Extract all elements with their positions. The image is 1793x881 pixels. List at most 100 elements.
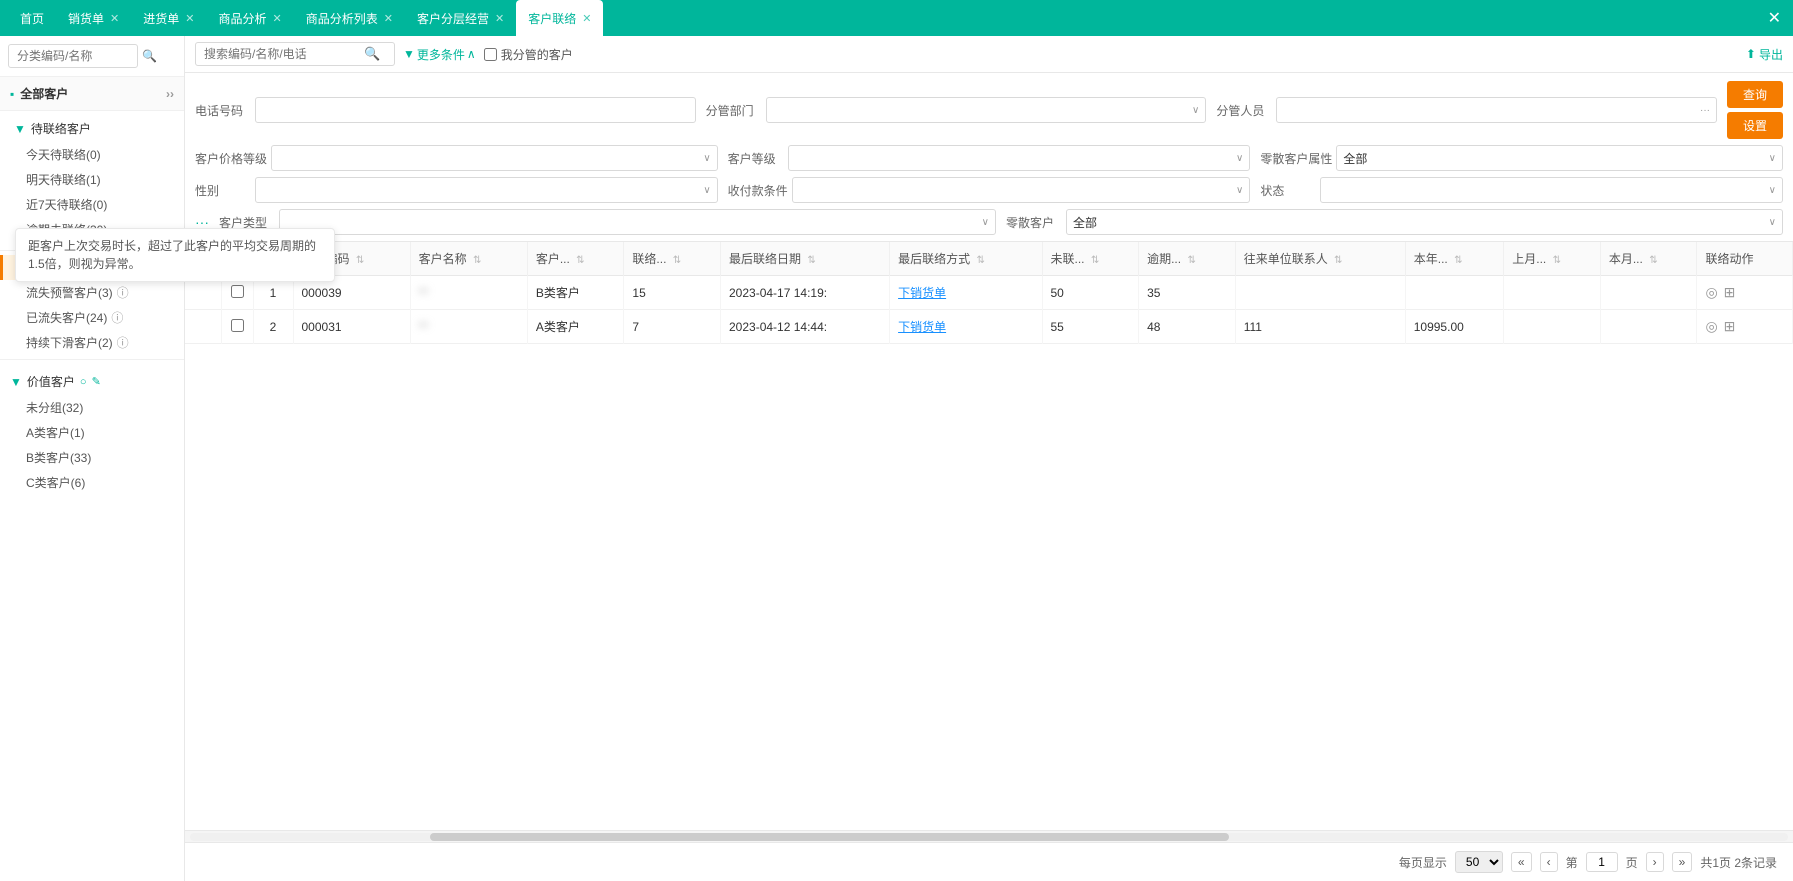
department-select[interactable]: ∨ xyxy=(766,97,1207,123)
zero-attr-select[interactable]: 全部∨ xyxy=(1336,145,1783,171)
sidebar-search-input[interactable] xyxy=(8,44,138,68)
close-purchase-order-icon[interactable]: ✕ xyxy=(185,12,194,25)
payment-label: 收付款条件 xyxy=(728,182,788,199)
td-unlabeled-0: 50 xyxy=(1042,276,1139,310)
th-unlabeled[interactable]: 未联... ⇅ xyxy=(1042,242,1139,276)
nav-product-analysis-list[interactable]: 商品分析列表 ✕ xyxy=(294,0,405,36)
export-btn[interactable]: ⬆ 导出 xyxy=(1746,46,1783,63)
all-customers-header[interactable]: ▪ 全部客户 ›› xyxy=(0,77,184,111)
more-conditions-btn[interactable]: ▼ 更多条件 ∧ xyxy=(403,46,476,63)
content-area: 🔍 ▼ 更多条件 ∧ 我分管的客户 ⬆ 导出 电话号码 xyxy=(185,36,1793,881)
th-this-month[interactable]: 本月... ⇅ xyxy=(1600,242,1697,276)
more-icon-1[interactable]: ⊞ xyxy=(1724,318,1736,335)
nav-customer-tier[interactable]: 客户分层经营 ✕ xyxy=(405,0,516,36)
next-page-btn[interactable]: › xyxy=(1646,852,1664,872)
sidebar-item-ungrouped[interactable]: 未分组(32) xyxy=(0,395,184,420)
sidebar-item-churn-warning[interactable]: 流失预警客户(3) ⓘ xyxy=(0,280,184,305)
cl-chevron-icon: ∨ xyxy=(1236,153,1243,164)
sidebar-item-class-a[interactable]: A类客户(1) xyxy=(0,420,184,445)
pending-contact-group: ▼ 待联络客户 今天待联络(0) 明天待联络(1) 近7天待联络(0) 逾期未联… xyxy=(0,111,184,246)
contact-icon-1[interactable]: ◎ xyxy=(1705,318,1717,335)
settings-button[interactable]: 设置 xyxy=(1727,112,1783,139)
close-product-analysis-icon[interactable]: ✕ xyxy=(273,12,282,25)
gender-select[interactable]: ∨ xyxy=(255,177,718,203)
status-select[interactable]: ∨ xyxy=(1320,177,1783,203)
edit-value-group-icon[interactable]: ○ xyxy=(80,376,87,388)
zero-attr-label: 零散客户属性 xyxy=(1260,150,1332,167)
value-customers-group-header[interactable]: ▼ 价值客户 ○ ✎ xyxy=(0,368,184,395)
first-page-btn[interactable]: « xyxy=(1511,852,1532,872)
customer-level-select[interactable]: ∨ xyxy=(788,145,1251,171)
sidebar-item-class-b[interactable]: B类客户(33) xyxy=(0,445,184,470)
payment-select[interactable]: ∨ xyxy=(792,177,1251,203)
sidebar-item-today[interactable]: 今天待联络(0) xyxy=(0,142,184,167)
page-input[interactable] xyxy=(1586,852,1618,872)
nav-home[interactable]: 首页 xyxy=(8,0,56,36)
th-last-month[interactable]: 上月... ⇅ xyxy=(1504,242,1601,276)
info-icon-3[interactable]: ⓘ xyxy=(117,334,129,351)
td-this-year-0 xyxy=(1405,276,1504,310)
action-buttons: 查询 设置 xyxy=(1727,81,1783,139)
sidebar-item-class-c[interactable]: C类客户(6) xyxy=(0,470,184,495)
nav-product-analysis[interactable]: 商品分析 ✕ xyxy=(206,0,293,36)
prev-page-btn[interactable]: ‹ xyxy=(1540,852,1558,872)
sidebar-item-tomorrow[interactable]: 明天待联络(1) xyxy=(0,167,184,192)
row-checkbox-0[interactable] xyxy=(231,285,244,298)
close-product-analysis-list-icon[interactable]: ✕ xyxy=(384,12,393,25)
td-last-date-0: 2023-04-17 14:19: xyxy=(721,276,890,310)
close-customer-contact-icon[interactable]: ✕ xyxy=(582,12,591,25)
info-icon-2[interactable]: ⓘ xyxy=(111,309,123,326)
more-icon-0[interactable]: ⊞ xyxy=(1724,284,1736,301)
sidebar-item-7days[interactable]: 近7天待联络(0) xyxy=(0,192,184,217)
td-last-method-1[interactable]: 下销货单 xyxy=(890,310,1042,344)
filter-search-input[interactable] xyxy=(204,47,364,61)
row-checkbox-1[interactable] xyxy=(231,319,244,332)
th-unit-contacts[interactable]: 往来单位联系人 ⇅ xyxy=(1235,242,1405,276)
sidebar-search-icon[interactable]: 🔍 xyxy=(142,49,157,63)
phone-input[interactable] xyxy=(255,97,696,123)
add-value-group-icon[interactable]: ✎ xyxy=(92,375,101,388)
td-contacts-0 xyxy=(1235,276,1405,310)
close-customer-tier-icon[interactable]: ✕ xyxy=(495,12,504,25)
nav-purchase-order[interactable]: 进货单 ✕ xyxy=(131,0,206,36)
sidebar-collapse-right-icon[interactable]: ›› xyxy=(166,87,174,101)
sidebar-item-churned[interactable]: 已流失客户(24) ⓘ xyxy=(0,305,184,330)
query-button[interactable]: 查询 xyxy=(1727,81,1783,108)
zero-customer-select[interactable]: 全部∨ xyxy=(1066,209,1783,235)
my-customers-checkbox[interactable] xyxy=(484,48,497,61)
close-sales-order-icon[interactable]: ✕ xyxy=(110,12,119,25)
nav-sales-order[interactable]: 销货单 ✕ xyxy=(56,0,131,36)
td-last-method-0[interactable]: 下销货单 xyxy=(890,276,1042,310)
collapse-icon: ▪ xyxy=(10,87,14,101)
th-overdue[interactable]: 逾期... ⇅ xyxy=(1139,242,1236,276)
nav-customer-contact[interactable]: 客户联络 ✕ xyxy=(516,0,603,36)
td-name-1: ** xyxy=(410,310,527,344)
pending-contact-group-header[interactable]: ▼ 待联络客户 xyxy=(0,115,184,142)
last-method-link-1[interactable]: 下销货单 xyxy=(898,320,946,334)
td-last-month-0 xyxy=(1504,276,1601,310)
th-this-year[interactable]: 本年... ⇅ xyxy=(1405,242,1504,276)
th-customer-type[interactable]: 客户... ⇅ xyxy=(527,242,624,276)
close-all-tabs-icon[interactable]: ✕ xyxy=(1768,8,1781,28)
manager-select[interactable]: ··· xyxy=(1276,97,1717,123)
td-contact-count-1: 7 xyxy=(624,310,721,344)
filter-search-icon[interactable]: 🔍 xyxy=(364,46,380,62)
last-page-btn[interactable]: » xyxy=(1672,852,1693,872)
sidebar-item-declining[interactable]: 持续下滑客户(2) ⓘ xyxy=(0,330,184,355)
contact-icon-0[interactable]: ◎ xyxy=(1705,284,1717,301)
th-contact-count[interactable]: 联络... ⇅ xyxy=(624,242,721,276)
th-last-contact-date[interactable]: 最后联络日期 ⇅ xyxy=(721,242,890,276)
horizontal-scroll-thumb[interactable] xyxy=(430,833,1229,841)
mgr-ellipsis-icon: ··· xyxy=(1700,105,1710,116)
price-level-select[interactable]: ∨ xyxy=(271,145,718,171)
customer-type-select[interactable]: ∨ xyxy=(279,209,996,235)
td-check-1[interactable] xyxy=(221,310,253,344)
th-last-contact-method[interactable]: 最后联络方式 ⇅ xyxy=(890,242,1042,276)
last-method-link-0[interactable]: 下销货单 xyxy=(898,286,946,300)
info-icon-1[interactable]: ⓘ xyxy=(117,284,129,301)
horizontal-scrollbar[interactable] xyxy=(185,830,1793,842)
table-area[interactable]: ⚙ # 客户编码 ⇅ 客户名称 ⇅ xyxy=(185,242,1793,830)
top-nav: 首页 销货单 ✕ 进货单 ✕ 商品分析 ✕ 商品分析列表 ✕ 客户分层经营 ✕ … xyxy=(0,0,1793,36)
th-customer-name[interactable]: 客户名称 ⇅ xyxy=(410,242,527,276)
per-page-select[interactable]: 50 xyxy=(1455,851,1503,873)
